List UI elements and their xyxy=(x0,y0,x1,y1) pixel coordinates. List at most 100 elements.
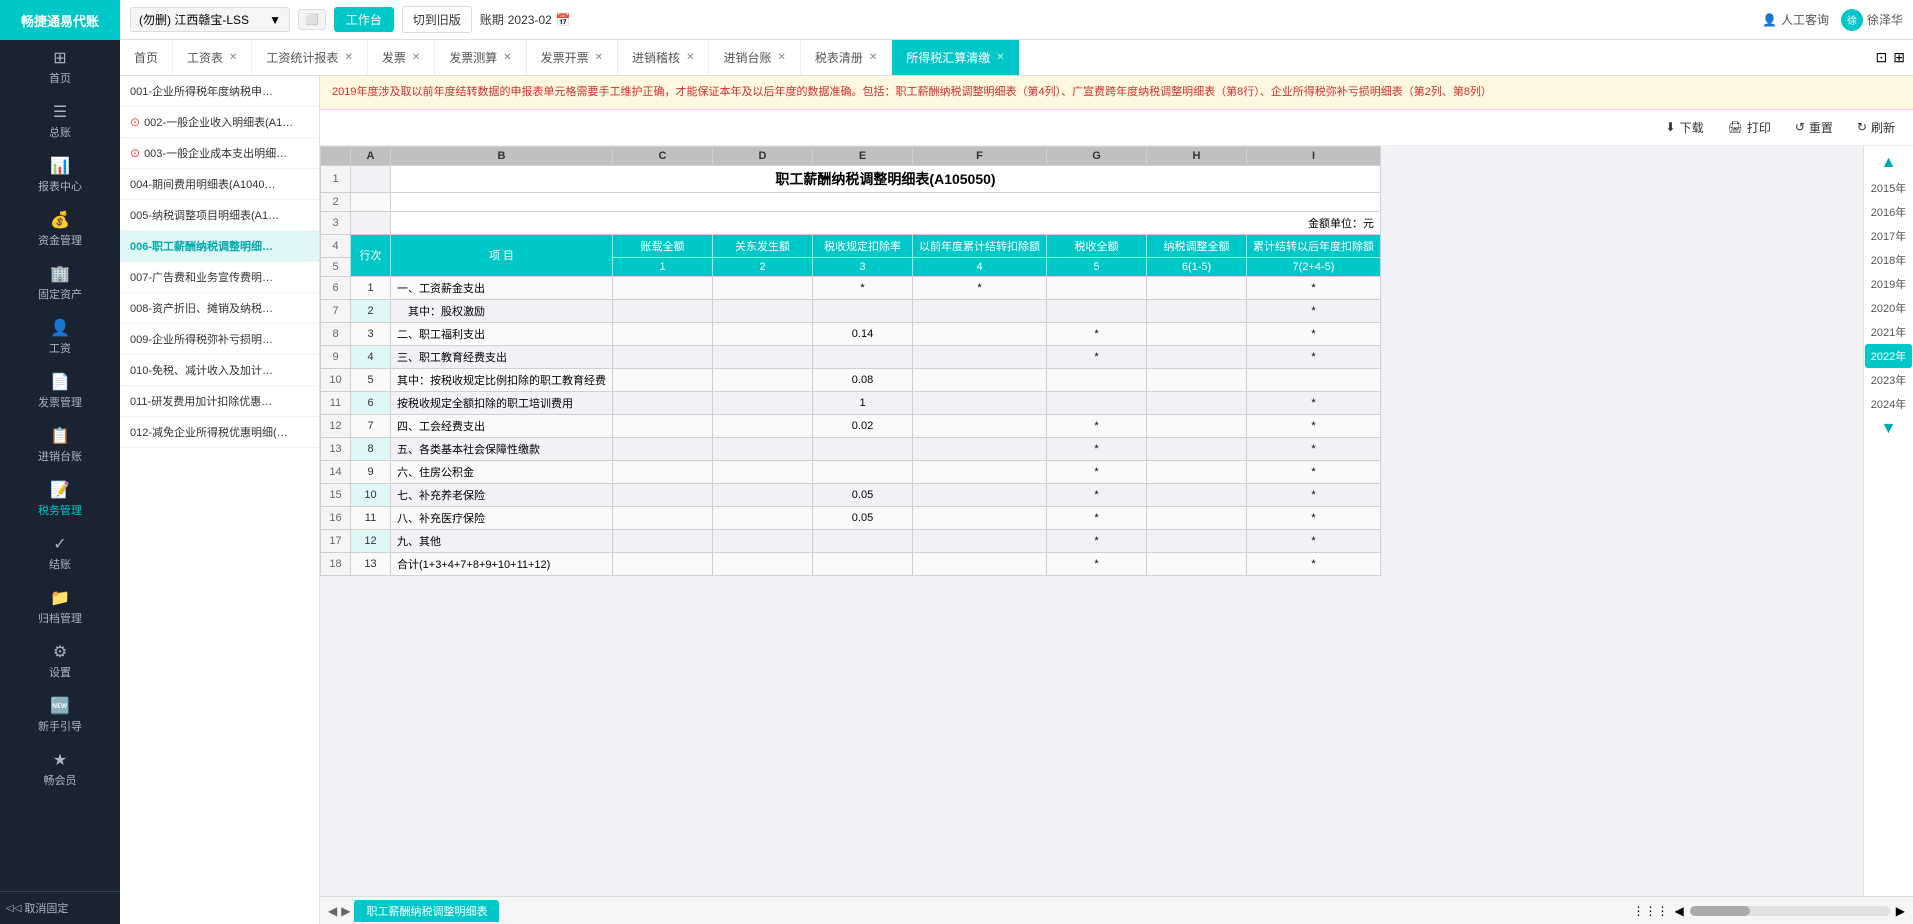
tab-purchase-verify-close[interactable]: ✕ xyxy=(686,52,694,63)
tab-invoice-calc-close[interactable]: ✕ xyxy=(503,52,511,63)
reset-button[interactable]: ↺ 重置 xyxy=(1789,116,1839,139)
cell-18E[interactable] xyxy=(813,552,913,575)
workspace-button[interactable]: 工作台 xyxy=(334,7,394,32)
left-menu-item-002[interactable]: ⊙ 002-一般企业收入明细表(A1… xyxy=(120,107,319,138)
cell-7C[interactable] xyxy=(613,299,713,322)
cell-14D[interactable] xyxy=(713,460,813,483)
year-item-2019[interactable]: 2019年 xyxy=(1865,272,1912,296)
left-menu-item-012[interactable]: 012-减免企业所得税优惠明细(… xyxy=(120,417,319,448)
left-menu-item-003[interactable]: ⊙ 003-一般企业成本支出明细… xyxy=(120,138,319,169)
cell-10G[interactable] xyxy=(1047,368,1147,391)
sidebar-item-settings[interactable]: ⚙ 设置 xyxy=(0,634,120,688)
cell-16D[interactable] xyxy=(713,506,813,529)
tab-maximize-icon[interactable]: ⊞ xyxy=(1893,49,1905,66)
cell-10H[interactable] xyxy=(1147,368,1247,391)
spreadsheet-area[interactable]: A B C D E F G H I xyxy=(320,146,1913,897)
cell-9C[interactable] xyxy=(613,345,713,368)
tab-payroll-stats-close[interactable]: ✕ xyxy=(344,52,352,63)
tab-purchase-ledger[interactable]: 进销台账 ✕ xyxy=(709,40,800,76)
cell-6D[interactable] xyxy=(713,276,813,299)
print-button[interactable]: 🖨 打印 xyxy=(1722,116,1777,139)
left-menu-item-007[interactable]: 007-广告费和业务宣传费明… xyxy=(120,262,319,293)
cell-15C[interactable] xyxy=(613,483,713,506)
year-item-2015[interactable]: 2015年 xyxy=(1865,176,1912,200)
cell-17F[interactable] xyxy=(913,529,1047,552)
year-item-2020[interactable]: 2020年 xyxy=(1865,296,1912,320)
cell-12C[interactable] xyxy=(613,414,713,437)
sidebar-item-member[interactable]: ★ 畅会员 xyxy=(0,742,120,796)
year-item-2017[interactable]: 2017年 xyxy=(1865,224,1912,248)
cell-6G[interactable] xyxy=(1047,276,1147,299)
cell-7E[interactable] xyxy=(813,299,913,322)
cell-11F[interactable] xyxy=(913,391,1047,414)
tab-invoice-calc[interactable]: 发票测算 ✕ xyxy=(435,40,526,76)
cell-13D[interactable] xyxy=(713,437,813,460)
cell-15F[interactable] xyxy=(913,483,1047,506)
year-item-2024[interactable]: 2024年 xyxy=(1865,392,1912,416)
cell-18C[interactable] xyxy=(613,552,713,575)
sheet-scroll-left[interactable]: ◀ xyxy=(328,904,337,918)
cell-11D[interactable] xyxy=(713,391,813,414)
tab-payroll[interactable]: 工资表 ✕ xyxy=(173,40,252,76)
cell-7D[interactable] xyxy=(713,299,813,322)
cell-15H[interactable] xyxy=(1147,483,1247,506)
tab-invoice-open-close[interactable]: ✕ xyxy=(595,52,603,63)
cell-7G[interactable] xyxy=(1047,299,1147,322)
tab-income-tax-close[interactable]: ✕ xyxy=(996,52,1004,63)
cell-16F[interactable] xyxy=(913,506,1047,529)
cell-7F[interactable] xyxy=(913,299,1047,322)
sidebar-item-assets[interactable]: 🏢 固定资产 xyxy=(0,256,120,310)
cell-17C[interactable] xyxy=(613,529,713,552)
left-menu-item-010[interactable]: 010-免税、减计收入及加计… xyxy=(120,355,319,386)
cell-8F[interactable] xyxy=(913,322,1047,345)
left-menu-item-001[interactable]: 001-企业所得税年度纳税申… xyxy=(120,76,319,107)
cell-8D[interactable] xyxy=(713,322,813,345)
cell-10I[interactable] xyxy=(1247,368,1381,391)
sidebar-item-reports[interactable]: 📊 报表中心 xyxy=(0,148,120,202)
tab-income-tax[interactable]: 所得税汇算清缴 ✕ xyxy=(892,40,1019,76)
cell-15D[interactable] xyxy=(713,483,813,506)
back-old-button[interactable]: 切到旧版 xyxy=(402,6,472,33)
cell-9D[interactable] xyxy=(713,345,813,368)
cell-17H[interactable] xyxy=(1147,529,1247,552)
left-menu-item-005[interactable]: 005-纳税调整项目明细表(A1… xyxy=(120,200,319,231)
cell-16C[interactable] xyxy=(613,506,713,529)
tab-expand-icon[interactable]: ⊡ xyxy=(1876,49,1888,66)
sheet-scroll-bar-right[interactable]: ▶ xyxy=(1896,904,1905,918)
horizontal-scrollbar[interactable] xyxy=(1690,906,1890,916)
sheet-tab-active[interactable]: 职工薪酬纳税调整明细表 xyxy=(354,900,499,922)
sidebar-item-guide[interactable]: 🆕 新手引导 xyxy=(0,688,120,742)
cell-18F[interactable] xyxy=(913,552,1047,575)
tab-invoice-open[interactable]: 发票开票 ✕ xyxy=(527,40,618,76)
year-item-2023[interactable]: 2023年 xyxy=(1865,368,1912,392)
cell-11H[interactable] xyxy=(1147,391,1247,414)
year-nav-up-button[interactable]: ▲ xyxy=(1877,150,1901,176)
sidebar-item-home[interactable]: ⊞ 首页 xyxy=(0,40,120,94)
refresh-button[interactable]: ↻ 刷新 xyxy=(1851,116,1901,139)
tab-tax-list-close[interactable]: ✕ xyxy=(869,52,877,63)
copy-button[interactable]: ⬜ xyxy=(298,9,326,30)
cell-12H[interactable] xyxy=(1147,414,1247,437)
company-selector[interactable]: (勿删) 江西赣宝-LSS ▼ xyxy=(130,7,290,32)
cell-9E[interactable] xyxy=(813,345,913,368)
sheet-scroll-right[interactable]: ▶ xyxy=(341,904,350,918)
left-menu-item-011[interactable]: 011-研发费用加计扣除优惠… xyxy=(120,386,319,417)
cell-14C[interactable] xyxy=(613,460,713,483)
sidebar-item-fund[interactable]: 💰 资金管理 xyxy=(0,202,120,256)
tab-payroll-stats[interactable]: 工资统计报表 ✕ xyxy=(252,40,367,76)
cell-12F[interactable] xyxy=(913,414,1047,437)
tab-purchase-verify[interactable]: 进销稽核 ✕ xyxy=(618,40,709,76)
cell-13H[interactable] xyxy=(1147,437,1247,460)
cell-17E[interactable] xyxy=(813,529,913,552)
year-nav-down-button[interactable]: ▼ xyxy=(1877,416,1901,442)
cell-18H[interactable] xyxy=(1147,552,1247,575)
cell-8C[interactable] xyxy=(613,322,713,345)
cell-18D[interactable] xyxy=(713,552,813,575)
tab-invoice-close[interactable]: ✕ xyxy=(412,52,420,63)
cell-17D[interactable] xyxy=(713,529,813,552)
sidebar-item-tax[interactable]: 📝 税务管理 xyxy=(0,472,120,526)
tab-invoice[interactable]: 发票 ✕ xyxy=(368,40,435,76)
tab-purchase-ledger-close[interactable]: ✕ xyxy=(777,52,785,63)
tab-home[interactable]: 首页 xyxy=(120,40,173,76)
sidebar-item-close[interactable]: ✓ 结账 xyxy=(0,526,120,580)
